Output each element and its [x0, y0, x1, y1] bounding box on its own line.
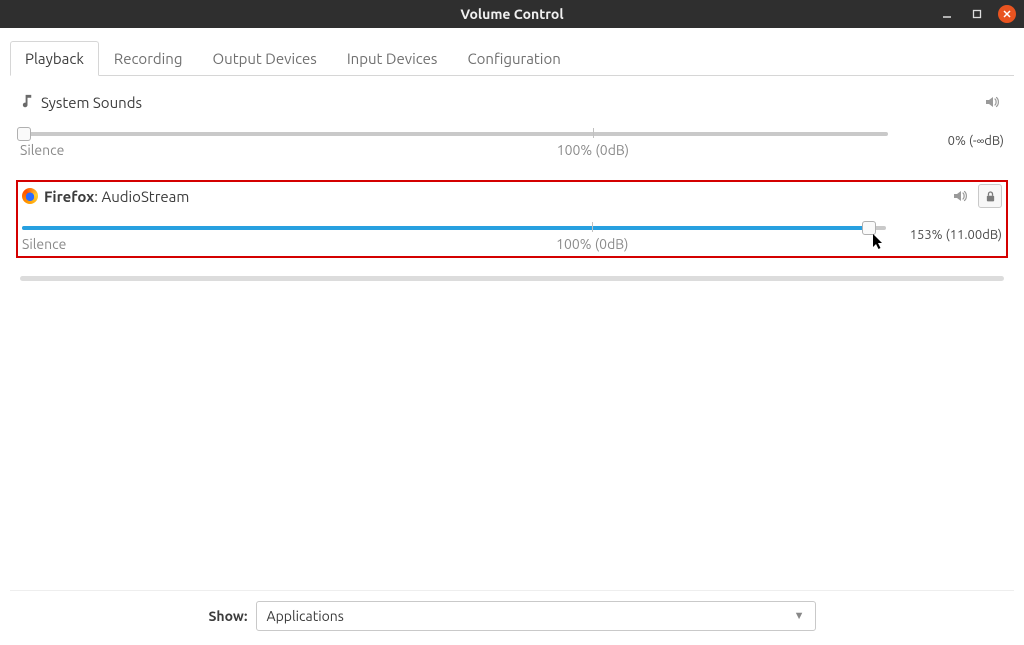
mute-button[interactable] — [948, 184, 972, 208]
scale-silence: Silence — [22, 236, 66, 252]
show-label: Show: — [208, 608, 247, 624]
mute-button[interactable] — [980, 90, 1004, 114]
footer: Show: Applications ▼ — [10, 590, 1014, 635]
scale-silence: Silence — [20, 142, 64, 158]
scale-100: 100% (0dB) — [557, 142, 629, 158]
volume-slider[interactable]: Silence 100% (0dB) — [20, 124, 888, 158]
show-filter-select[interactable]: Applications ▼ — [256, 601, 816, 631]
stream-system-sounds: System Sounds Silence 100% ( — [16, 88, 1008, 162]
music-note-icon — [20, 93, 35, 111]
titlebar: Volume Control — [0, 0, 1024, 28]
stream-name: AudioStream — [101, 188, 189, 205]
scrollbar[interactable] — [20, 276, 1004, 281]
tab-configuration[interactable]: Configuration — [452, 41, 575, 76]
tab-input-devices[interactable]: Input Devices — [332, 41, 453, 76]
chevron-down-icon: ▼ — [794, 610, 805, 622]
volume-readout: 153% (11.00dB) — [902, 228, 1002, 242]
select-value: Applications — [267, 608, 344, 624]
firefox-icon — [22, 188, 38, 204]
tab-playback[interactable]: Playback — [10, 41, 99, 76]
tab-recording[interactable]: Recording — [99, 41, 198, 76]
minimize-button[interactable] — [938, 5, 956, 23]
tab-output-devices[interactable]: Output Devices — [197, 41, 331, 76]
volume-slider[interactable]: Silence 100% (0dB) — [22, 218, 886, 252]
volume-readout: 0% (-∞dB) — [904, 134, 1004, 148]
maximize-button[interactable] — [968, 5, 986, 23]
window-title: Volume Control — [0, 6, 1024, 22]
window-buttons — [938, 5, 1016, 23]
stream-title: System Sounds — [41, 94, 142, 111]
close-button[interactable] — [998, 5, 1016, 23]
stream-title: Firefox: AudioStream — [44, 188, 189, 205]
scale-100: 100% (0dB) — [556, 236, 628, 252]
app-name: Firefox — [44, 188, 94, 205]
stream-firefox: Firefox: AudioStream — [16, 180, 1008, 258]
playback-content: System Sounds Silence 100% ( — [10, 76, 1014, 590]
lock-channels-button[interactable] — [978, 184, 1002, 208]
tab-bar: Playback Recording Output Devices Input … — [10, 40, 1014, 76]
